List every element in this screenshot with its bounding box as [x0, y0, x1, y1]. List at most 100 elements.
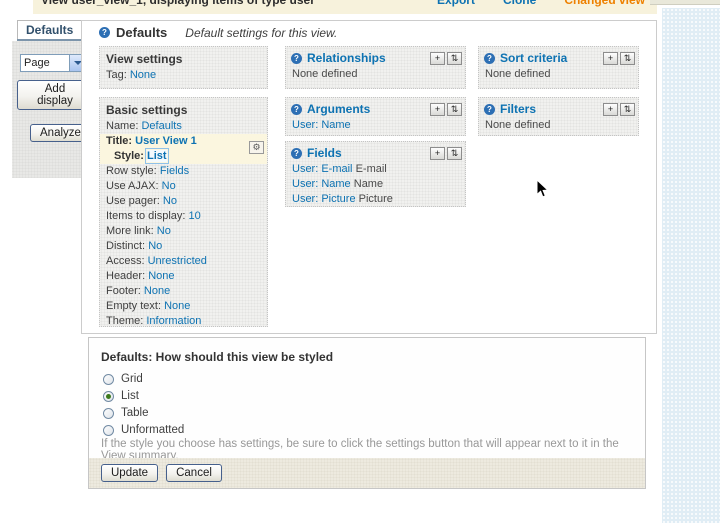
setting-row: Title: User View 1 [100, 134, 267, 149]
setting-label: Title: [106, 135, 132, 147]
style-form-title: Defaults: How should this view be styled [101, 350, 333, 364]
view-header-links: Export Clone Changed view [409, 0, 645, 7]
style-option-unformatted[interactable]: Unformatted [103, 422, 184, 438]
setting-row: Theme: Information [100, 314, 267, 329]
radio-button[interactable] [103, 425, 114, 436]
arguments-box: ? Arguments + ⇅ User: Name [285, 97, 466, 136]
sort-criteria-title-link[interactable]: Sort criteria [500, 51, 567, 65]
help-icon[interactable]: ? [484, 53, 495, 64]
rearrange-icon[interactable]: ⇅ [620, 52, 635, 65]
help-icon[interactable]: ? [291, 53, 302, 64]
add-icon[interactable]: + [430, 103, 445, 116]
style-settings-form: Defaults: How should this view be styled… [88, 337, 646, 489]
radio-button[interactable] [103, 408, 114, 419]
rearrange-icon[interactable]: ⇅ [447, 147, 462, 160]
setting-row: More link: No [100, 224, 267, 239]
argument-link[interactable]: User: Name [292, 119, 351, 131]
setting-label: Header: [106, 270, 145, 282]
setting-row: Items to display: 10 [100, 209, 267, 224]
view-title: View user_view_1, displaying items of ty… [41, 0, 315, 7]
argument-row: User: Name [286, 118, 465, 133]
filters-empty: None defined [479, 118, 638, 132]
filters-title-link[interactable]: Filters [500, 102, 536, 116]
help-icon[interactable]: ? [291, 104, 302, 115]
radio-label: Unformatted [121, 424, 184, 436]
setting-value-link[interactable]: Unrestricted [148, 255, 207, 267]
setting-value-link[interactable]: 10 [189, 210, 201, 222]
add-icon[interactable]: + [430, 147, 445, 160]
relationships-box: ? Relationships + ⇅ None defined [285, 46, 466, 89]
rearrange-icon[interactable]: ⇅ [447, 103, 462, 116]
relationships-empty: None defined [286, 67, 465, 81]
rearrange-icon[interactable]: ⇅ [620, 103, 635, 116]
field-link[interactable]: User: E-mail [292, 163, 353, 175]
setting-value-link[interactable]: Information [146, 315, 201, 327]
setting-value-link[interactable]: None [130, 69, 156, 81]
arguments-title-link[interactable]: Arguments [307, 102, 370, 116]
setting-row: Row style: Fields [100, 164, 267, 179]
setting-value-link[interactable]: No [163, 195, 177, 207]
style-option-grid[interactable]: Grid [103, 371, 184, 387]
help-icon[interactable]: ? [484, 104, 495, 115]
sort-criteria-box: ? Sort criteria + ⇅ None defined [478, 46, 639, 89]
setting-row: Use pager: No [100, 194, 267, 209]
relationships-title-link[interactable]: Relationships [307, 51, 386, 65]
field-link[interactable]: User: Picture [292, 193, 356, 205]
setting-label: Tag: [106, 69, 127, 81]
header-link-changed-view[interactable]: Changed view [564, 0, 645, 7]
help-icon[interactable]: ? [291, 148, 302, 159]
help-icon[interactable]: ? [99, 27, 110, 38]
setting-value-link[interactable]: No [157, 225, 171, 237]
field-suffix: E-mail [353, 163, 387, 175]
display-description: Default settings for this view. [185, 26, 337, 40]
setting-value-link[interactable]: No [148, 240, 162, 252]
setting-value-link[interactable]: None [144, 285, 170, 297]
field-link[interactable]: User: Name [292, 178, 351, 190]
setting-row: Style: List [100, 149, 267, 164]
add-icon[interactable]: + [603, 52, 618, 65]
setting-row: Name: Defaults [100, 119, 267, 134]
setting-row: Header: None [100, 269, 267, 284]
add-icon[interactable]: + [430, 52, 445, 65]
fields-title-link[interactable]: Fields [307, 146, 342, 160]
view-header-strip: View user_view_1, displaying items of ty… [33, 0, 657, 14]
style-settings-gear-icon[interactable]: ⚙ [249, 141, 264, 154]
radio-label: Table [121, 407, 149, 419]
radio-button[interactable] [103, 374, 114, 385]
views-edit-page: View user_view_1, displaying items of ty… [0, 0, 720, 523]
setting-value-link[interactable]: List [147, 150, 167, 162]
rearrange-icon[interactable]: ⇅ [447, 52, 462, 65]
setting-row: Empty text: None [100, 299, 267, 314]
radio-label: Grid [121, 373, 143, 385]
setting-value-link[interactable]: None [164, 300, 190, 312]
update-button[interactable]: Update [101, 464, 158, 482]
radio-button[interactable] [103, 391, 114, 402]
display-type-select[interactable]: Page [20, 54, 86, 72]
setting-value-link[interactable]: None [148, 270, 174, 282]
setting-label: Items to display: [106, 210, 185, 222]
setting-row: Footer: None [100, 284, 267, 299]
setting-value-link[interactable]: User View 1 [135, 135, 197, 147]
style-options: Grid List Table Unformatted [103, 371, 184, 439]
style-option-list[interactable]: List [103, 388, 184, 404]
setting-label: Name: [106, 120, 138, 132]
view-settings-title: View settings [100, 47, 267, 68]
setting-value-link[interactable]: No [162, 180, 176, 192]
setting-row: Use AJAX: No [100, 179, 267, 194]
add-icon[interactable]: + [603, 103, 618, 116]
field-suffix: Name [351, 178, 383, 190]
style-option-table[interactable]: Table [103, 405, 184, 421]
setting-value-link[interactable]: Defaults [141, 120, 181, 132]
setting-label: Use pager: [106, 195, 160, 207]
basic-settings-title: Basic settings [100, 98, 267, 119]
page-sidebar-background [662, 8, 720, 523]
header-link-clone[interactable]: Clone [503, 0, 536, 7]
setting-value-link[interactable]: Fields [160, 165, 189, 177]
header-link-export[interactable]: Export [437, 0, 475, 7]
sort-criteria-empty: None defined [479, 67, 638, 81]
cancel-button[interactable]: Cancel [166, 464, 222, 482]
view-settings-box: View settings Tag: None [99, 46, 268, 89]
form-actions-bar: Update Cancel [89, 458, 645, 488]
field-row: User: E-mail E-mail [286, 162, 465, 177]
setting-label: Row style: [106, 165, 157, 177]
